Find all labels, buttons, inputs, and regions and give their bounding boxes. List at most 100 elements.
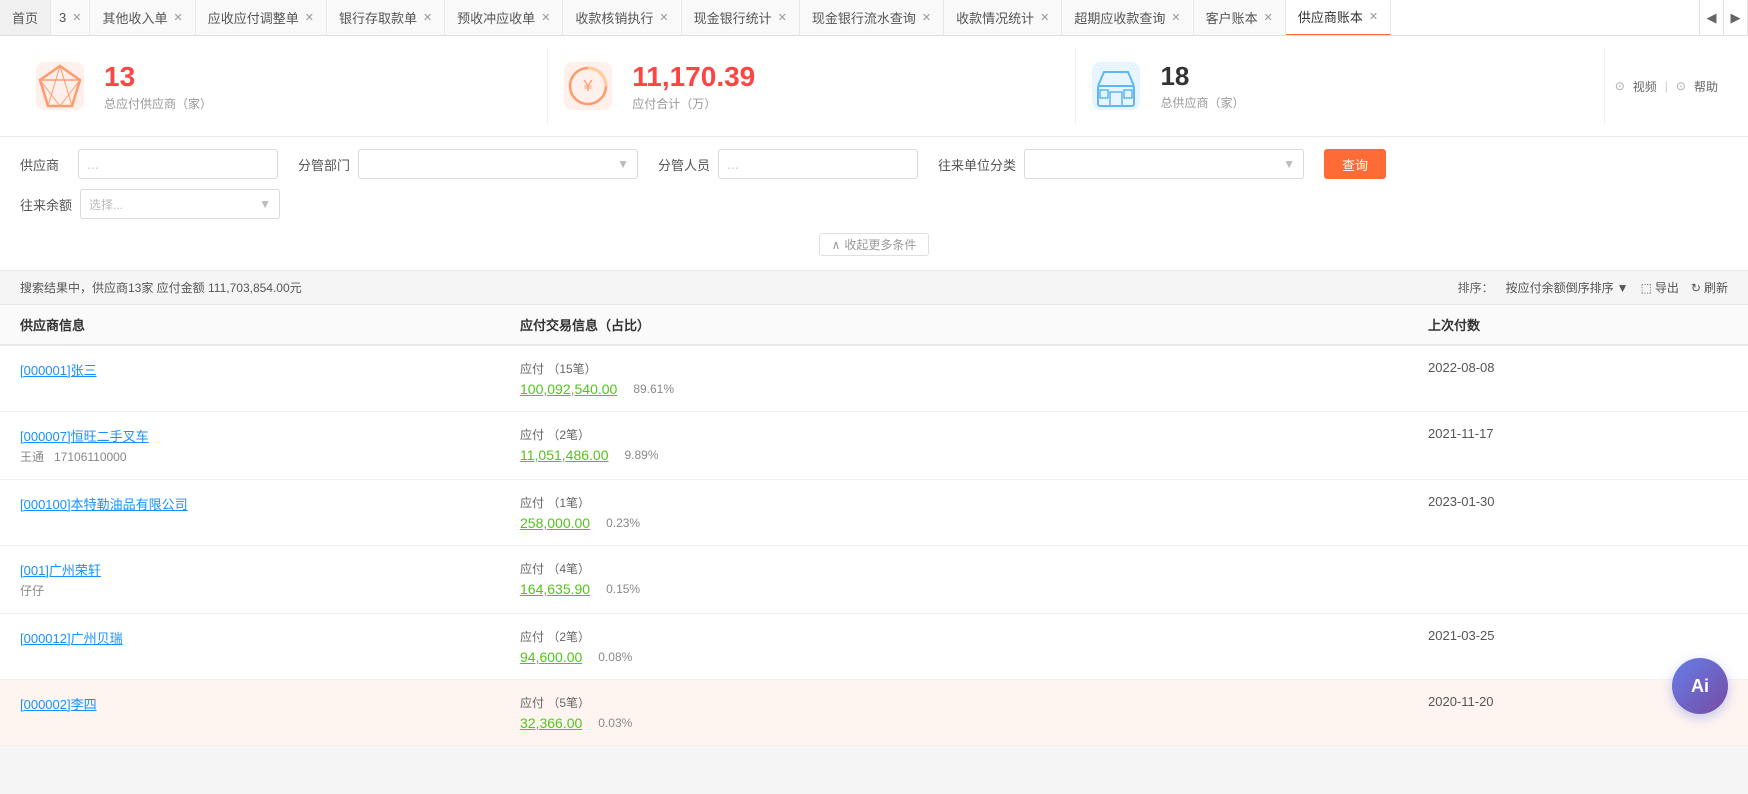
nav-tab-ar-adjust-label: 应收应付调整单 <box>208 8 299 27</box>
table-row[interactable]: [000007]恒旺二手叉车 王通 17106110000 应付 （2笔） 11… <box>0 412 1748 480</box>
nav-tab-ar-adjust-close[interactable]: ✕ <box>305 11 314 24</box>
nav-tab-prepay-ar-label: 预收冲应收单 <box>457 8 535 27</box>
nav-tab-overdue-ar-label: 超期应收款查询 <box>1074 8 1165 27</box>
sort-select[interactable]: 按应付余额倒序排序 ▼ <box>1506 279 1629 296</box>
main-content: 供应商信息 应付交易信息（占比） 上次付数 [000001]张三 应付 （15笔… <box>0 305 1748 746</box>
nav-tab-3-label: 3 <box>59 10 66 25</box>
supplier-input[interactable]: ... <box>78 149 278 179</box>
table-row[interactable]: [000001]张三 应付 （15笔） 100,092,540.00 89.61… <box>0 346 1748 412</box>
table-row[interactable]: [001]广州荣轩 仔仔 应付 （4笔） 164,635.90 0.15% <box>0 546 1748 614</box>
nav-tab-ar-adjust[interactable]: 应收应付调整单 ✕ <box>196 0 327 36</box>
transaction-amount-3[interactable]: 258,000.00 <box>520 515 590 531</box>
nav-tab-receipt-stat[interactable]: 收款情况统计 ✕ <box>944 0 1062 36</box>
nav-tab-supplier-ledger-label: 供应商账本 <box>1298 7 1363 26</box>
transaction-percent-4: 0.15% <box>606 582 640 596</box>
nav-tab-overdue-ar-close[interactable]: ✕ <box>1171 11 1180 24</box>
nav-tab-cash-stat[interactable]: 现金银行统计 ✕ <box>682 0 800 36</box>
help-link[interactable]: 帮助 <box>1694 78 1718 95</box>
transaction-label-5: 应付 （2笔） <box>520 628 1428 645</box>
nav-tab-supplier-ledger[interactable]: 供应商账本 ✕ <box>1286 0 1391 36</box>
supplier-link-4[interactable]: [001]广州荣轩 <box>20 563 101 578</box>
supplier-link-3[interactable]: [000100]本特勒油品有限公司 <box>20 497 188 512</box>
last-payment-date-3: 2023-01-30 <box>1428 494 1495 509</box>
ai-button[interactable]: Ai <box>1672 658 1728 714</box>
supplier-link-6[interactable]: [000002]李四 <box>20 697 97 712</box>
transaction-label-4: 应付 （4笔） <box>520 560 1428 577</box>
nav-left-arrow[interactable]: ◀ <box>1700 0 1724 36</box>
query-button[interactable]: 查询 <box>1324 149 1386 179</box>
transaction-info-2: 应付 （2笔） 11,051,486.00 9.89% <box>520 426 1428 463</box>
export-button[interactable]: ⬚ 导出 <box>1641 279 1679 296</box>
nav-right-arrow[interactable]: ▶ <box>1724 0 1748 36</box>
col-header-supplier: 供应商信息 <box>20 315 520 334</box>
stat-item-amount: ¥ 11,170.39 应付合计（万） <box>548 48 1076 124</box>
filter-balance: 往来余额 选择... ▼ <box>20 189 280 219</box>
nav-tab-other-income-close[interactable]: ✕ <box>173 11 182 24</box>
video-link[interactable]: 视频 <box>1633 78 1657 95</box>
person-input[interactable]: ... <box>718 149 918 179</box>
table-row[interactable]: [000100]本特勒油品有限公司 应付 （1笔） 258,000.00 0.2… <box>0 480 1748 546</box>
nav-arrows: ◀ ▶ <box>1699 0 1748 36</box>
nav-tab-customer-ledger[interactable]: 客户账本 ✕ <box>1194 0 1286 36</box>
transaction-amount-6[interactable]: 32,366.00 <box>520 715 582 731</box>
supplier-info-1: [000001]张三 <box>20 360 520 379</box>
nav-tab-cash-stat-close[interactable]: ✕ <box>778 11 787 24</box>
transaction-amount-2[interactable]: 11,051,486.00 <box>520 447 609 463</box>
table-row[interactable]: [000012]广州贝瑞 应付 （2笔） 94,600.00 0.08% 202… <box>0 614 1748 680</box>
nav-tab-3-close[interactable]: ✕ <box>72 11 81 24</box>
dept-select[interactable]: ▼ <box>358 149 638 179</box>
dept-label: 分管部门 <box>298 155 350 174</box>
nav-tab-bank-deposit[interactable]: 银行存取款单 ✕ <box>327 0 445 36</box>
nav-tab-overdue-ar[interactable]: 超期应收款查询 ✕ <box>1062 0 1193 36</box>
transaction-label-2: 应付 （2笔） <box>520 426 1428 443</box>
nav-tab-receipt-verify-close[interactable]: ✕ <box>659 11 668 24</box>
stat-total-number: 18 <box>1160 61 1244 92</box>
nav-tab-home-label: 首页 <box>12 8 38 27</box>
filter-supplier: 供应商 ... <box>20 149 278 179</box>
transaction-amount-4[interactable]: 164,635.90 <box>520 581 590 597</box>
store-icon <box>1086 56 1146 116</box>
transaction-amount-1[interactable]: 100,092,540.00 <box>520 381 617 397</box>
top-right-links: ⊙ 视频 | ⊙ 帮助 <box>1605 48 1728 124</box>
nav-tab-other-income[interactable]: 其他收入单 ✕ <box>90 0 195 36</box>
export-label: 导出 <box>1655 279 1679 296</box>
filter-area: 供应商 ... 分管部门 ▼ 分管人员 ... 往来单位分类 ▼ <box>0 137 1748 271</box>
supplier-contact-2: 王通 17106110000 <box>20 448 520 465</box>
nav-tab-cash-flow-close[interactable]: ✕ <box>922 11 931 24</box>
nav-tab-prepay-ar-close[interactable]: ✕ <box>541 11 550 24</box>
supplier-link-2[interactable]: [000007]恒旺二手叉车 <box>20 429 149 444</box>
svg-text:¥: ¥ <box>583 78 593 95</box>
refresh-button[interactable]: ↻ 刷新 <box>1691 279 1728 296</box>
nav-tab-3[interactable]: 3 ✕ <box>51 0 90 36</box>
nav-tab-prepay-ar[interactable]: 预收冲应收单 ✕ <box>445 0 563 36</box>
sort-chevron-icon: ▼ <box>1617 281 1629 295</box>
nav-tab-receipt-verify[interactable]: 收款核销执行 ✕ <box>563 0 681 36</box>
nav-tab-customer-ledger-close[interactable]: ✕ <box>1264 11 1273 24</box>
top-navigation: 首页 3 ✕ 其他收入单 ✕ 应收应付调整单 ✕ 银行存取款单 ✕ 预收冲应收单… <box>0 0 1748 36</box>
supplier-link-1[interactable]: [000001]张三 <box>20 363 97 378</box>
collapse-button[interactable]: ∧ 收起更多条件 <box>819 233 930 256</box>
filter-row-1: 供应商 ... 分管部门 ▼ 分管人员 ... 往来单位分类 ▼ <box>20 149 1728 179</box>
nav-tab-receipt-stat-close[interactable]: ✕ <box>1040 11 1049 24</box>
category-select[interactable]: ▼ <box>1024 149 1304 179</box>
stat-amount-content: 11,170.39 应付合计（万） <box>632 60 755 113</box>
transaction-percent-2: 9.89% <box>625 448 659 462</box>
supplier-link-5[interactable]: [000012]广州贝瑞 <box>20 631 123 646</box>
filter-dept: 分管部门 ▼ <box>298 149 638 179</box>
last-payment-1: 2022-08-08 <box>1428 360 1728 375</box>
nav-tab-cash-flow[interactable]: 现金银行流水查询 ✕ <box>800 0 944 36</box>
stat-suppliers-number: 13 <box>104 60 212 94</box>
transaction-amount-5[interactable]: 94,600.00 <box>520 649 582 665</box>
diamond-icon <box>30 56 90 116</box>
supplier-info-4: [001]广州荣轩 仔仔 <box>20 560 520 599</box>
nav-tab-bank-deposit-close[interactable]: ✕ <box>423 11 432 24</box>
nav-tab-cash-flow-label: 现金银行流水查询 <box>812 8 916 27</box>
balance-select[interactable]: 选择... ▼ <box>80 189 280 219</box>
stat-suppliers-label: 总应付供应商（家） <box>104 95 212 112</box>
nav-tab-supplier-ledger-close[interactable]: ✕ <box>1369 10 1378 23</box>
table-row[interactable]: [000002]李四 应付 （5笔） 32,366.00 0.03% 2020-… <box>0 680 1748 746</box>
collapse-label: 收起更多条件 <box>844 236 916 253</box>
nav-tab-bank-deposit-label: 银行存取款单 <box>339 8 417 27</box>
nav-tab-receipt-verify-label: 收款核销执行 <box>575 8 653 27</box>
nav-tab-home[interactable]: 首页 <box>0 0 51 36</box>
